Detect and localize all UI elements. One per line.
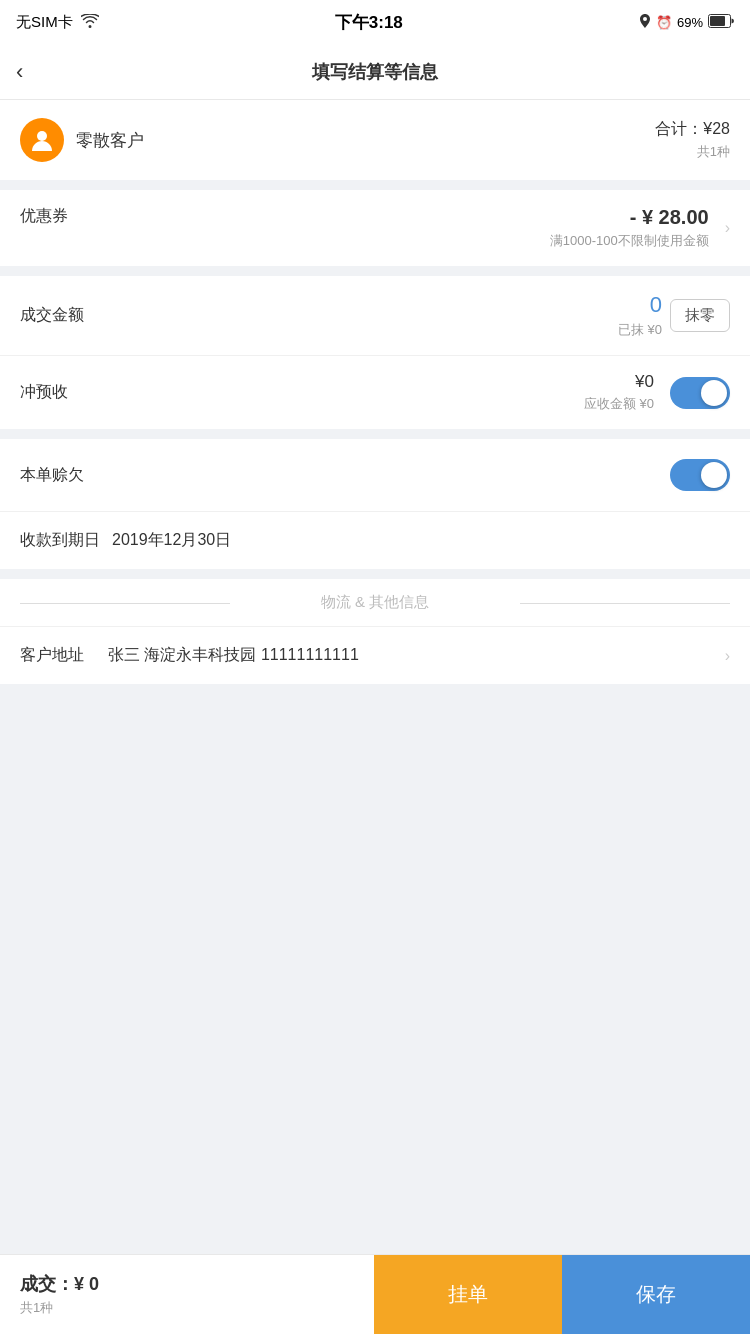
debit-row: 本单赊欠: [0, 439, 750, 511]
debit-toggle[interactable]: [670, 459, 730, 491]
save-button[interactable]: 保存: [562, 1255, 750, 1335]
coupon-desc: 满1000-100不限制使用金额: [550, 232, 709, 250]
transaction-section: 成交金额 0 已抹 ¥0 抹零 冲预收 ¥0 应收金额 ¥0: [0, 276, 750, 429]
transaction-value[interactable]: 0: [650, 292, 662, 318]
transaction-value-block: 0 已抹 ¥0: [618, 292, 662, 339]
page-title: 填写结算等信息: [312, 60, 438, 84]
svg-rect-1: [710, 16, 725, 26]
customer-row: 零散客户 合计：¥28 共1种: [0, 100, 750, 180]
debit-label: 本单赊欠: [20, 465, 84, 486]
prepayment-amount: ¥0: [584, 372, 654, 392]
due-date-row: 收款到期日 2019年12月30日: [0, 511, 750, 569]
round-zero-button[interactable]: 抹零: [670, 299, 730, 332]
prepayment-toggle[interactable]: [670, 377, 730, 409]
transaction-row: 成交金额 0 已抹 ¥0 抹零: [0, 276, 750, 355]
prepayment-amounts: ¥0 应收金额 ¥0: [584, 372, 654, 413]
customer-left: 零散客户: [20, 118, 144, 162]
address-label: 客户地址: [20, 645, 100, 666]
due-date-value: 2019年12月30日: [112, 530, 231, 551]
transaction-right: 0 已抹 ¥0 抹零: [618, 292, 730, 339]
bottom-transaction-label: 成交：: [20, 1274, 74, 1294]
logistics-divider: 物流 & 其他信息: [0, 579, 750, 626]
battery-percent: 69%: [677, 15, 703, 30]
coupon-label: 优惠券: [20, 206, 100, 227]
transaction-label: 成交金额: [20, 305, 100, 326]
coupon-value-block: - ¥ 28.00 满1000-100不限制使用金额: [550, 206, 709, 250]
prepayment-right: ¥0 应收金额 ¥0: [584, 372, 730, 413]
customer-avatar: [20, 118, 64, 162]
coupon-right: - ¥ 28.00 满1000-100不限制使用金额 ›: [550, 206, 730, 250]
bottom-count: 共1种: [20, 1299, 354, 1317]
address-row[interactable]: 客户地址 张三 海淀永丰科技园 11111111111 ›: [0, 626, 750, 684]
status-left: 无SIM卡: [16, 13, 99, 32]
transaction-note: 已抹 ¥0: [618, 321, 662, 339]
debit-toggle-knob: [701, 462, 727, 488]
status-bar: 无SIM卡 下午3:18 ⏰ 69%: [0, 0, 750, 44]
alarm-icon: ⏰: [656, 15, 672, 30]
address-chevron-icon: ›: [725, 647, 730, 665]
wifi-icon: [81, 14, 99, 31]
status-right: ⏰ 69%: [639, 14, 734, 31]
bottom-transaction: 成交：¥ 0: [20, 1272, 354, 1296]
customer-section: 零散客户 合计：¥28 共1种: [0, 100, 750, 180]
customer-total: 合计：¥28: [655, 119, 730, 140]
address-value: 张三 海淀永丰科技园 11111111111: [108, 645, 717, 666]
due-date-label: 收款到期日: [20, 530, 100, 551]
svg-point-2: [37, 131, 47, 141]
customer-name: 零散客户: [76, 129, 144, 152]
bottom-transaction-value: ¥ 0: [74, 1274, 99, 1294]
location-icon: [639, 14, 651, 31]
back-button[interactable]: ‹: [16, 59, 23, 85]
coupon-chevron-icon: ›: [725, 219, 730, 237]
customer-total-block: 合计：¥28 共1种: [655, 119, 730, 161]
prepayment-label: 冲预收: [20, 382, 68, 403]
signal-text: 无SIM卡: [16, 13, 73, 32]
coupon-amount: - ¥ 28.00: [630, 206, 709, 229]
logistics-section: 物流 & 其他信息 客户地址 张三 海淀永丰科技园 11111111111 ›: [0, 579, 750, 684]
customer-count: 共1种: [655, 143, 730, 161]
prepayment-row: 冲预收 ¥0 应收金额 ¥0: [0, 355, 750, 429]
coupon-row[interactable]: 优惠券 - ¥ 28.00 满1000-100不限制使用金额 ›: [0, 190, 750, 266]
content: 零散客户 合计：¥28 共1种 优惠券 - ¥ 28.00 满1000-100不…: [0, 100, 750, 794]
bottom-bar: 成交：¥ 0 共1种 挂单 保存: [0, 1254, 750, 1334]
bottom-left: 成交：¥ 0 共1种: [0, 1272, 374, 1317]
prepayment-sub: 应收金额 ¥0: [584, 395, 654, 413]
coupon-section: 优惠券 - ¥ 28.00 满1000-100不限制使用金额 ›: [0, 190, 750, 266]
toggle-knob: [701, 380, 727, 406]
status-time: 下午3:18: [335, 11, 403, 34]
nav-bar: ‹ 填写结算等信息: [0, 44, 750, 100]
debit-section: 本单赊欠 收款到期日 2019年12月30日: [0, 439, 750, 569]
hang-single-button[interactable]: 挂单: [374, 1255, 562, 1335]
battery-icon: [708, 14, 734, 31]
